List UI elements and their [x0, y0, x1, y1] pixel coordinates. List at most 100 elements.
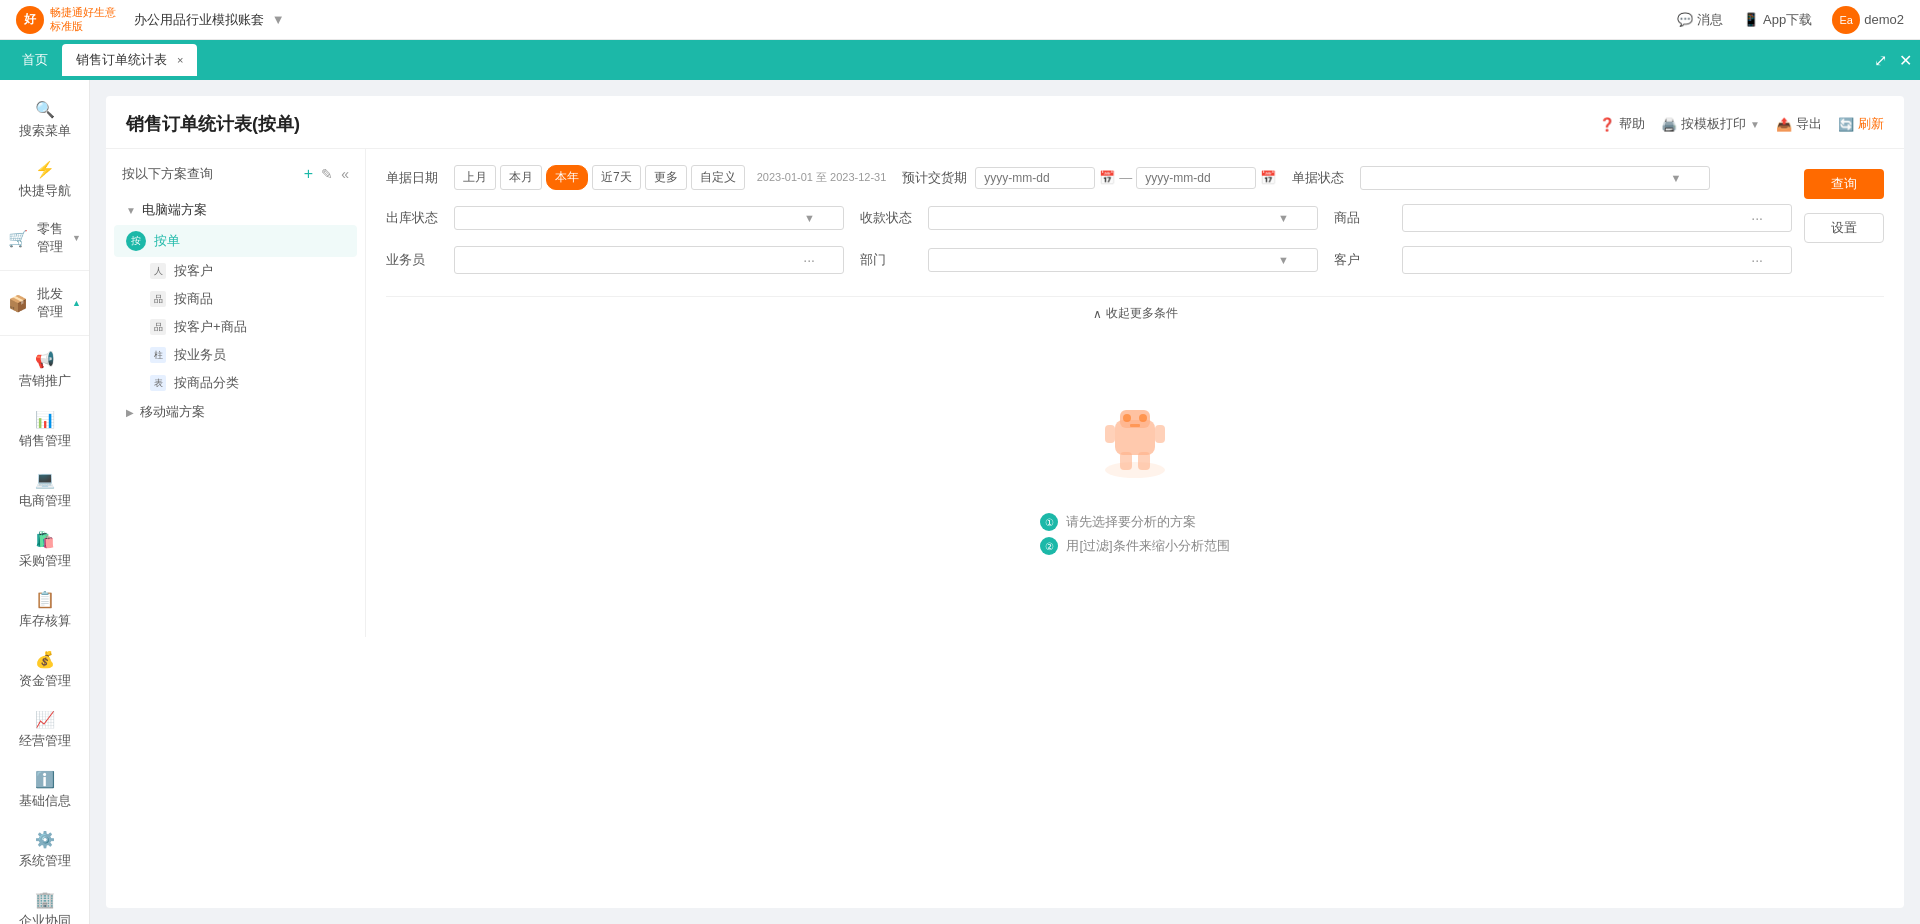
- sidebar-item-search[interactable]: 🔍 搜索菜单: [0, 90, 89, 150]
- tabbar: 首页 销售订单统计表 × ⤢ ✕: [0, 40, 1920, 80]
- date-btn-this-year[interactable]: 本年: [546, 165, 588, 190]
- filter-department-group: 部门 ▼: [860, 248, 1318, 272]
- calendar-from-icon[interactable]: 📅: [1099, 170, 1115, 185]
- collapse-filters-button[interactable]: ∧ 收起更多条件: [1093, 305, 1178, 322]
- tab-close-icon[interactable]: ×: [177, 54, 183, 66]
- quick-nav-icon: ⚡: [35, 160, 55, 179]
- scheme-by-salesperson[interactable]: 柱 按业务员: [114, 341, 357, 369]
- sidebar-item-finance[interactable]: 💰 资金管理: [0, 640, 89, 700]
- scheme-product-icon: 品: [150, 291, 166, 307]
- print-dropdown-icon[interactable]: ▼: [1750, 119, 1760, 130]
- right-panel: 单据日期 上月 本月 本年 近7天 更多 自定义: [366, 149, 1904, 637]
- help-button[interactable]: ❓ 帮助: [1599, 115, 1645, 133]
- sidebar-item-purchase[interactable]: 🛍️ 采购管理: [0, 520, 89, 580]
- sidebar-item-retail[interactable]: 🛒 零售管理 ▼: [0, 210, 89, 266]
- edit-scheme-icon[interactable]: ✎: [321, 166, 333, 182]
- tab-expand-icon[interactable]: ⤢ ✕: [1874, 51, 1912, 70]
- scheme-by-customer-product[interactable]: 品 按客户+商品: [114, 313, 357, 341]
- customer-select-wrapper: ···: [1402, 246, 1792, 274]
- tab-home[interactable]: 首页: [8, 44, 62, 76]
- date-btn-more[interactable]: 更多: [645, 165, 687, 190]
- svg-rect-8: [1120, 452, 1132, 470]
- sidebar-item-ecom[interactable]: 💻 电商管理: [0, 460, 89, 520]
- print-button[interactable]: 🖨️ 按模板打印 ▼: [1661, 115, 1760, 133]
- collapse-panel-icon[interactable]: «: [341, 166, 349, 182]
- status-select-arrow: ▼: [1670, 172, 1681, 184]
- window-close-icon: ✕: [1899, 52, 1912, 69]
- customer-select[interactable]: ···: [1402, 246, 1792, 274]
- pc-schemes-category[interactable]: ▼ 电脑端方案: [114, 195, 357, 225]
- payment-status-select[interactable]: ▼: [928, 206, 1318, 230]
- query-button[interactable]: 查询: [1804, 169, 1884, 199]
- filter-payment-status-group: 收款状态 ▼: [860, 206, 1318, 230]
- payment-status-select-wrapper: ▼: [928, 206, 1318, 230]
- department-select[interactable]: ▼: [928, 248, 1318, 272]
- sidebar-item-operations[interactable]: 📈 经营管理: [0, 700, 89, 760]
- message-button[interactable]: 💬 消息: [1677, 11, 1723, 29]
- scheme-by-customer[interactable]: 人 按客户: [114, 257, 357, 285]
- department-label: 部门: [860, 251, 920, 269]
- expected-date-inputs: 📅 — 📅: [975, 167, 1276, 189]
- tab-sales-order-stats[interactable]: 销售订单统计表 ×: [62, 44, 197, 76]
- mobile-schemes-section[interactable]: ▶ 移动端方案: [114, 397, 357, 427]
- product-select[interactable]: ···: [1402, 204, 1792, 232]
- date-btn-last-month[interactable]: 上月: [454, 165, 496, 190]
- date-label: 单据日期: [386, 169, 446, 187]
- sidebar-item-quick-nav[interactable]: ⚡ 快捷导航: [0, 150, 89, 210]
- marketing-icon: 📢: [35, 350, 55, 369]
- user-profile[interactable]: Ea demo2: [1832, 6, 1904, 34]
- expected-date-label: 预计交货期: [902, 169, 967, 187]
- export-button[interactable]: 📤 导出: [1776, 115, 1822, 133]
- app-title-dropdown-icon[interactable]: ▼: [272, 12, 285, 27]
- sidebar-item-inventory[interactable]: 📋 库存核算: [0, 580, 89, 640]
- sidebar-item-system[interactable]: ⚙️ 系统管理: [0, 820, 89, 880]
- customer-label: 客户: [1334, 251, 1394, 269]
- sidebar: 🔍 搜索菜单 ⚡ 快捷导航 🛒 零售管理 ▼ 📦 批发管理 ▲ 📢 营销推广: [0, 80, 90, 924]
- status-select[interactable]: ▼: [1360, 166, 1710, 190]
- scheme-by-product[interactable]: 品 按商品: [114, 285, 357, 313]
- chevron-down-icon: ▼: [72, 233, 81, 243]
- status-select-wrapper: ▼: [1360, 166, 1710, 190]
- expected-date-to-input[interactable]: [1136, 167, 1256, 189]
- date-btn-custom[interactable]: 自定义: [691, 165, 745, 190]
- app-download-button[interactable]: 📱 App下载: [1743, 11, 1812, 29]
- scheme-by-product-category[interactable]: 表 按商品分类: [114, 369, 357, 397]
- out-status-select[interactable]: ▼: [454, 206, 844, 230]
- window-expand-icon: ⤢: [1874, 52, 1887, 69]
- chevron-up-icon: ▲: [72, 298, 81, 308]
- help-icon: ❓: [1599, 117, 1615, 132]
- action-bar: 查询 设置: [1804, 169, 1884, 243]
- sidebar-item-enterprise[interactable]: 🏢 企业协同: [0, 880, 89, 924]
- svg-rect-7: [1155, 425, 1165, 443]
- page-actions: ❓ 帮助 🖨️ 按模板打印 ▼ 📤 导出 🔄 刷新: [1599, 115, 1884, 133]
- svg-rect-5: [1130, 424, 1140, 427]
- step1-number: ①: [1040, 513, 1058, 531]
- customer-select-dots: ···: [1751, 252, 1763, 268]
- calendar-to-icon[interactable]: 📅: [1260, 170, 1276, 185]
- system-icon: ⚙️: [35, 830, 55, 849]
- date-btn-last-7[interactable]: 近7天: [592, 165, 641, 190]
- filter-row-2: 出库状态 ▼ 收款状态: [386, 204, 1792, 232]
- scheme-by-order[interactable]: 按 按单: [114, 225, 357, 257]
- refresh-button[interactable]: 🔄 刷新: [1838, 115, 1884, 133]
- date-range-text: 2023-01-01 至 2023-12-31: [757, 170, 887, 185]
- add-scheme-icon[interactable]: +: [304, 165, 313, 183]
- sidebar-item-marketing[interactable]: 📢 营销推广: [0, 340, 89, 400]
- date-btn-this-month[interactable]: 本月: [500, 165, 542, 190]
- settings-button[interactable]: 设置: [1804, 213, 1884, 243]
- enterprise-icon: 🏢: [35, 890, 55, 909]
- payment-status-arrow: ▼: [1278, 212, 1289, 224]
- salesperson-select[interactable]: ···: [454, 246, 844, 274]
- sidebar-item-sales[interactable]: 📊 销售管理: [0, 400, 89, 460]
- sidebar-item-basic[interactable]: ℹ️ 基础信息: [0, 760, 89, 820]
- scheme-cust-prod-icon: 品: [150, 319, 166, 335]
- expected-date-from-input[interactable]: [975, 167, 1095, 189]
- purchase-icon: 🛍️: [35, 530, 55, 549]
- chevron-right-icon: ▶: [126, 407, 134, 418]
- payment-status-label: 收款状态: [860, 209, 920, 227]
- print-icon: 🖨️: [1661, 117, 1677, 132]
- topbar: 好 畅捷通好生意 标准版 办公用品行业模拟账套 ▼ 💬 消息 📱 App下载 E…: [0, 0, 1920, 40]
- finance-icon: 💰: [35, 650, 55, 669]
- sidebar-item-wholesale[interactable]: 📦 批发管理 ▲: [0, 275, 89, 331]
- topbar-left: 好 畅捷通好生意 标准版 办公用品行业模拟账套 ▼: [16, 6, 285, 34]
